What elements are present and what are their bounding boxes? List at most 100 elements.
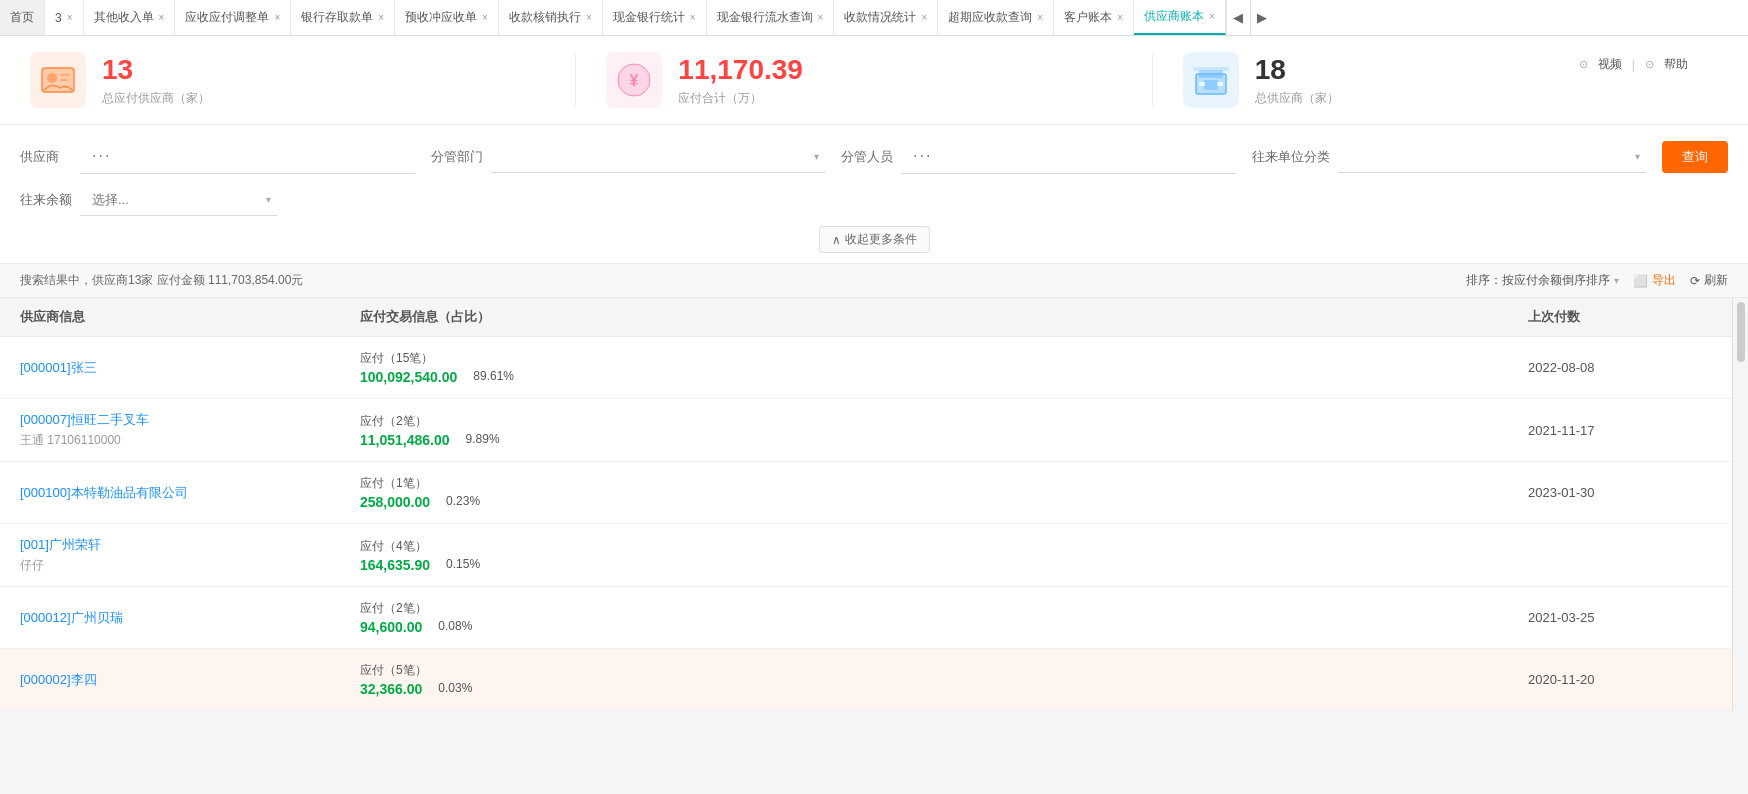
category-input-wrapper[interactable]: ▾ xyxy=(1338,141,1647,173)
supplier-link[interactable]: [001]广州荣轩 xyxy=(20,536,360,554)
close-icon[interactable]: × xyxy=(921,12,927,23)
filter-row-2: 往来余额 ▾ xyxy=(20,184,1728,216)
close-icon[interactable]: × xyxy=(1037,12,1043,23)
transaction-cell: 应付（2笔） 94,600.00 0.08% xyxy=(360,600,1528,635)
lastpay-cell: 2023-01-30 xyxy=(1528,485,1728,500)
export-icon: ⬜ xyxy=(1633,274,1648,288)
transaction-cell: 应付（4笔） 164,635.90 0.15% xyxy=(360,538,1528,573)
tx-row: 11,051,486.00 9.89% xyxy=(360,430,1528,448)
tx-info: 应付（2笔） 94,600.00 0.08% xyxy=(360,600,1528,635)
svg-rect-7 xyxy=(1199,70,1223,78)
supplier-link[interactable]: [000002]李四 xyxy=(20,671,360,689)
svg-rect-8 xyxy=(1193,67,1229,71)
category-input[interactable] xyxy=(1344,145,1636,168)
table-row: [000012]广州贝瑞 应付（2笔） 94,600.00 0.08% 2021… xyxy=(0,587,1748,649)
dept-input-wrapper[interactable]: ▾ xyxy=(491,141,826,173)
nav-tab-collection-label: 收款核销执行 xyxy=(509,9,581,26)
supplier-input[interactable] xyxy=(86,143,409,169)
scrollbar-thumb[interactable] xyxy=(1737,302,1745,362)
nav-tab-advance[interactable]: 预收冲应收单 × xyxy=(395,0,499,35)
close-icon[interactable]: × xyxy=(378,12,384,23)
nav-tab-overdue[interactable]: 超期应收款查询 × xyxy=(938,0,1054,35)
close-icon[interactable]: × xyxy=(690,12,696,23)
close-icon[interactable]: × xyxy=(586,12,592,23)
chevron-up-icon: ∧ xyxy=(832,233,841,247)
supplier-link[interactable]: [000001]张三 xyxy=(20,359,360,377)
tx-row: 100,092,540.00 89.61% xyxy=(360,367,1528,385)
supplier-link[interactable]: [000012]广州贝瑞 xyxy=(20,609,360,627)
tx-label: 应付（5笔） xyxy=(360,662,1528,679)
nav-tab-adjustment-label: 应收应付调整单 xyxy=(185,9,269,26)
lastpay-cell: 2021-03-25 xyxy=(1528,610,1728,625)
close-icon[interactable]: × xyxy=(67,12,73,23)
nav-next-button[interactable]: ▶ xyxy=(1250,0,1274,35)
collapse-button[interactable]: ∧ 收起更多条件 xyxy=(819,226,930,253)
supplier-sub: 王通 17106110000 xyxy=(20,432,360,449)
nav-tab-cash-stat[interactable]: 现金银行统计 × xyxy=(603,0,707,35)
vertical-scrollbar[interactable] xyxy=(1732,298,1748,711)
nav-tab-bank-label: 银行存取款单 xyxy=(301,9,373,26)
balance-input-wrapper[interactable]: ▾ xyxy=(80,184,277,216)
query-button[interactable]: 查询 xyxy=(1662,141,1728,173)
summary-bar: 13 总应付供应商（家） ¥ 11,170.39 应付合计（万） xyxy=(0,36,1748,125)
nav-prev-button[interactable]: ◀ xyxy=(1226,0,1250,35)
close-icon[interactable]: × xyxy=(159,12,165,23)
export-button[interactable]: ⬜ 导出 xyxy=(1633,272,1676,289)
nav-tab-home[interactable]: 首页 xyxy=(0,0,45,35)
nav-tab-supplier-ledger[interactable]: 供应商账本 × xyxy=(1134,0,1226,35)
tx-amount: 94,600.00 xyxy=(360,619,422,635)
supplier-link[interactable]: [000007]恒旺二手叉车 xyxy=(20,411,360,429)
person-input[interactable] xyxy=(907,143,1230,169)
tx-info: 应付（5笔） 32,366.00 0.03% xyxy=(360,662,1528,697)
help-link[interactable]: 帮助 xyxy=(1664,56,1688,73)
supplier-link[interactable]: [000100]本特勒油品有限公司 xyxy=(20,484,360,502)
nav-tab-customer-ledger[interactable]: 客户账本 × xyxy=(1054,0,1134,35)
close-icon[interactable]: × xyxy=(1117,12,1123,23)
tx-label: 应付（1笔） xyxy=(360,475,1528,492)
close-icon[interactable]: × xyxy=(274,12,280,23)
tx-percent: 0.15% xyxy=(446,557,480,571)
nav-tab-collection[interactable]: 收款核销执行 × xyxy=(499,0,603,35)
table-row: [000002]李四 应付（5笔） 32,366.00 0.03% 2020-1… xyxy=(0,649,1748,711)
sort-selector[interactable]: 排序：按应付余额倒序排序 ▾ xyxy=(1466,272,1619,289)
last-pay-date: 2020-11-20 xyxy=(1528,672,1595,687)
supplier-cell: [000007]恒旺二手叉车 王通 17106110000 xyxy=(20,411,360,449)
tx-percent: 0.23% xyxy=(446,494,480,508)
nav-tab-supplier-ledger-label: 供应商账本 xyxy=(1144,8,1204,25)
close-icon[interactable]: × xyxy=(1209,11,1215,22)
chevron-down-icon: ▾ xyxy=(1635,151,1640,162)
refresh-button[interactable]: ⟳ 刷新 xyxy=(1690,272,1728,289)
total-supplier-count: 18 xyxy=(1255,53,1339,87)
supplier-input-wrapper[interactable] xyxy=(80,139,415,174)
video-link[interactable]: 视频 xyxy=(1598,56,1622,73)
svg-rect-11 xyxy=(1217,82,1223,86)
supplier-cell: [001]广州荣轩 仔仔 xyxy=(20,536,360,574)
close-icon[interactable]: × xyxy=(818,12,824,23)
nav-tab-collection-stat[interactable]: 收款情况统计 × xyxy=(834,0,938,35)
nav-tab-other-income[interactable]: 其他收入单 × xyxy=(84,0,176,35)
summary-item-total-suppliers: 18 总供应商（家） ⊙ 视频 | ⊙ 帮助 xyxy=(1153,52,1728,108)
supplier-cell: [000012]广州贝瑞 xyxy=(20,609,360,627)
supplier-sub: 仔仔 xyxy=(20,557,360,574)
person-input-wrapper[interactable] xyxy=(901,139,1236,174)
last-pay-date: 2021-11-17 xyxy=(1528,423,1595,438)
close-icon[interactable]: × xyxy=(482,12,488,23)
nav-tab-3[interactable]: 3 × xyxy=(45,0,84,35)
transaction-cell: 应付（15笔） 100,092,540.00 89.61% xyxy=(360,350,1528,385)
chevron-down-icon: ▾ xyxy=(814,151,819,162)
nav-tab-home-label: 首页 xyxy=(10,9,34,26)
nav-tab-bank[interactable]: 银行存取款单 × xyxy=(291,0,395,35)
header-supplier: 供应商信息 xyxy=(20,308,360,326)
nav-tab-cash-flow[interactable]: 现金银行流水查询 × xyxy=(707,0,835,35)
data-table: 供应商信息 应付交易信息（占比） 上次付数 [000001]张三 应付（15笔）… xyxy=(0,298,1748,711)
nav-tab-adjustment[interactable]: 应收应付调整单 × xyxy=(175,0,291,35)
chevron-down-icon: ▾ xyxy=(1614,275,1619,286)
svg-point-1 xyxy=(47,73,57,83)
dept-input[interactable] xyxy=(497,145,815,168)
circle-icon: ⊙ xyxy=(1579,58,1588,71)
nav-tab-advance-label: 预收冲应收单 xyxy=(405,9,477,26)
svg-rect-3 xyxy=(60,79,68,81)
nav-tab-overdue-label: 超期应收款查询 xyxy=(948,9,1032,26)
refresh-label: 刷新 xyxy=(1704,272,1728,289)
balance-input[interactable] xyxy=(86,188,266,211)
